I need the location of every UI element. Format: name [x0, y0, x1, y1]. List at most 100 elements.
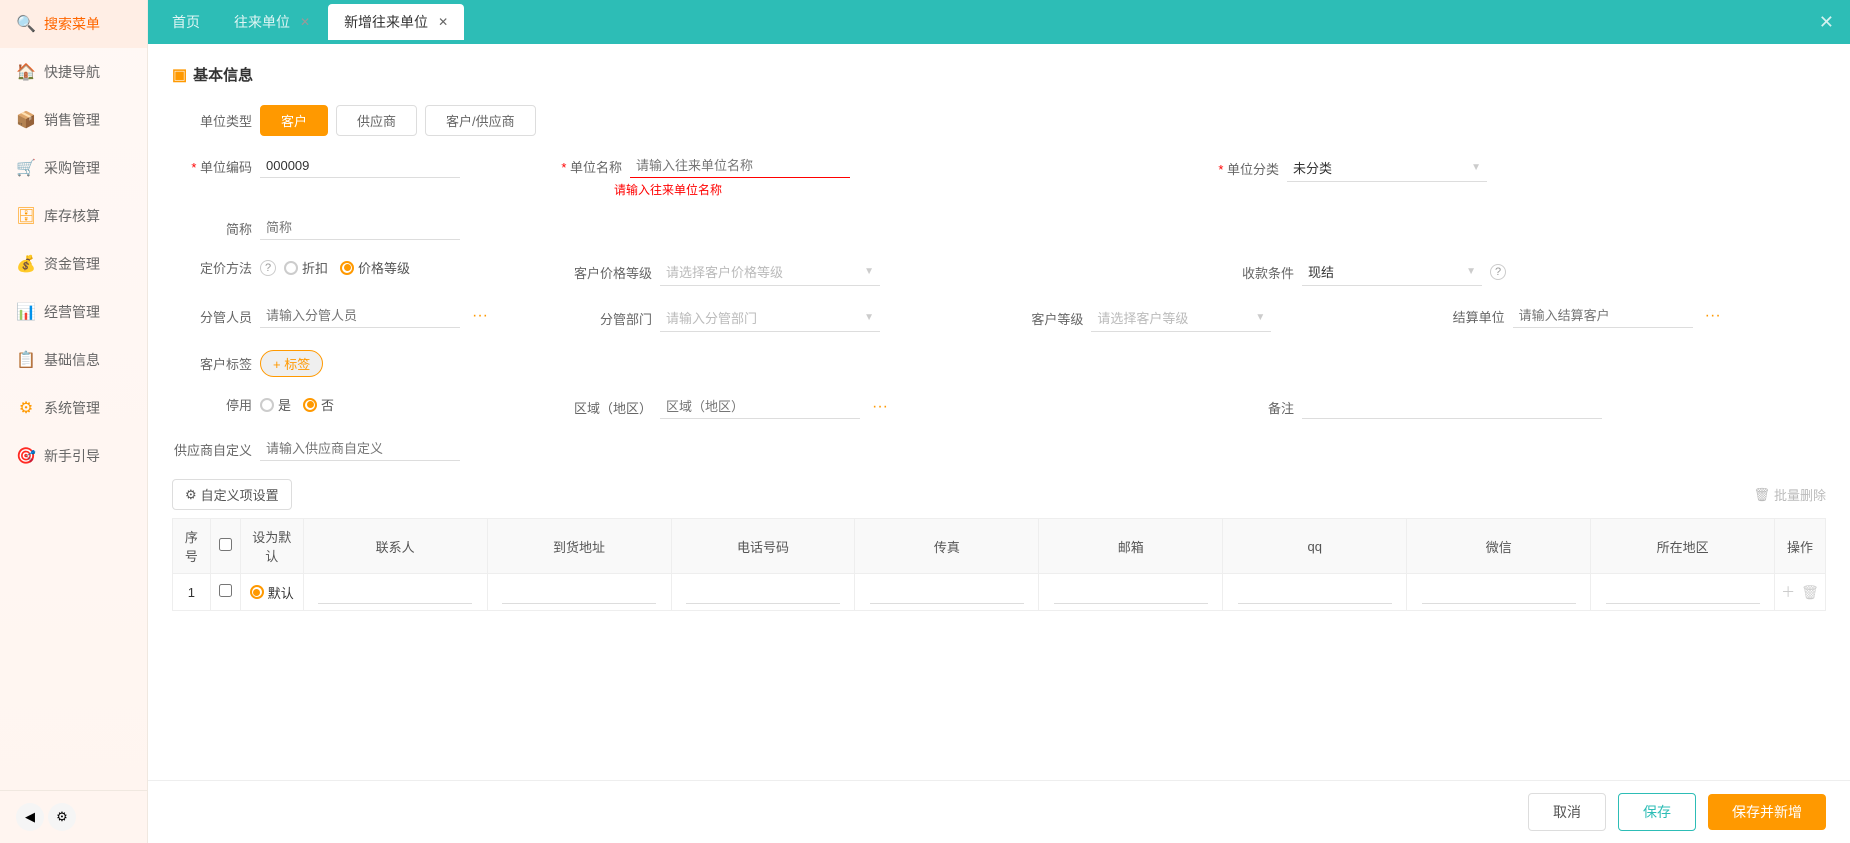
tab-partner[interactable]: 往来单位 ✕	[218, 4, 326, 40]
region-more-btn[interactable]: ···	[868, 398, 892, 416]
row-add-icon[interactable]: ＋	[1781, 582, 1795, 602]
row-default-radio[interactable]	[250, 585, 264, 599]
unit-type-field: 单位类型 客户 供应商 客户/供应商	[172, 105, 1826, 136]
pricing-help-icon[interactable]: ?	[260, 260, 276, 276]
settlement-unit-field: 结算单位 ···	[1425, 304, 1826, 328]
section-title-text: 基本信息	[193, 64, 253, 85]
unit-category-field: 单位分类 未分类 ▼	[1199, 154, 1826, 182]
region-label: 区域（地区）	[572, 398, 652, 417]
row-region-input[interactable]	[1606, 580, 1760, 604]
search-icon: 🔍	[16, 14, 36, 34]
payment-terms-field: 收款条件 现结 ▼ ?	[1214, 258, 1826, 286]
row-qq-input[interactable]	[1238, 580, 1392, 604]
pricing-discount-radio[interactable]: 折扣	[284, 258, 328, 277]
sidebar-item-label: 基础信息	[44, 350, 100, 370]
customer-price-level-select[interactable]: 请选择客户价格等级 ▼	[660, 258, 880, 286]
batch-delete-label: 批量删除	[1774, 485, 1826, 504]
row-default-label: 默认	[268, 583, 294, 602]
tab-partner-label: 往来单位	[234, 12, 290, 32]
department-arrow: ▼	[864, 312, 874, 323]
region-input[interactable]	[660, 395, 860, 419]
table-select-all[interactable]	[219, 538, 232, 551]
tab-new-partner[interactable]: 新增往来单位 ✕	[328, 4, 464, 40]
unit-btn-customer[interactable]: 客户	[260, 105, 328, 136]
batch-delete-btn[interactable]: 🗑 批量删除	[1753, 485, 1826, 504]
short-name-input[interactable]	[260, 216, 460, 240]
payment-terms-help-icon[interactable]: ?	[1490, 264, 1506, 280]
row-fax-cell	[855, 574, 1039, 611]
row-fax-input[interactable]	[870, 580, 1024, 604]
sidebar-item-sales[interactable]: 📦 销售管理	[0, 96, 147, 144]
tab-home-label: 首页	[172, 12, 200, 32]
sidebar-item-quicknav[interactable]: 🏠 快捷导航	[0, 48, 147, 96]
settlement-unit-input[interactable]	[1513, 304, 1693, 328]
unit-btn-both[interactable]: 客户/供应商	[425, 105, 536, 136]
tab-bar-close[interactable]: ✕	[1811, 12, 1842, 33]
custom-settings-btn[interactable]: ⚙ 自定义项设置	[172, 479, 292, 510]
manager-more-btn[interactable]: ···	[468, 307, 492, 325]
sidebar-item-search[interactable]: 🔍 搜索菜单	[0, 0, 147, 48]
sidebar-expand-btn[interactable]: ◀	[16, 803, 44, 831]
department-select[interactable]: 请输入分管部门 ▼	[660, 304, 880, 332]
customer-price-level-placeholder: 请选择客户价格等级	[666, 262, 860, 281]
finance-icon: 💰	[16, 254, 36, 274]
customer-level-arrow: ▼	[1255, 312, 1265, 323]
customer-price-level-field: 客户价格等级 请选择客户价格等级 ▼	[572, 258, 1184, 286]
sidebar-item-basic[interactable]: 📋 基础信息	[0, 336, 147, 384]
remarks-field: 备注	[1214, 395, 1826, 419]
col-fax: 传真	[855, 519, 1039, 574]
row-contact-input[interactable]	[318, 580, 472, 604]
sidebar-item-label: 资金管理	[44, 254, 100, 274]
sidebar-item-purchase[interactable]: 🛒 采购管理	[0, 144, 147, 192]
customer-level-select[interactable]: 请选择客户等级 ▼	[1091, 304, 1271, 332]
cancel-button[interactable]: 取消	[1528, 793, 1606, 831]
supplier-custom-input[interactable]	[260, 437, 460, 461]
disabled-yes-circle	[260, 398, 274, 412]
pricing-level-radio[interactable]: 价格等级	[340, 258, 410, 277]
row-delete-icon[interactable]: 🗑	[1801, 584, 1819, 601]
sidebar-settings-btn[interactable]: ⚙	[48, 803, 76, 831]
unit-category-select[interactable]: 未分类 ▼	[1287, 154, 1487, 182]
col-contact: 联系人	[303, 519, 487, 574]
save-button[interactable]: 保存	[1618, 793, 1696, 831]
row-delivery-addr-input[interactable]	[502, 580, 656, 604]
customer-level-placeholder: 请选择客户等级	[1097, 308, 1251, 327]
price-level-arrow: ▼	[864, 266, 874, 277]
settlement-unit-label: 结算单位	[1425, 307, 1505, 326]
unit-name-input[interactable]	[630, 154, 850, 178]
tab-new-partner-close[interactable]: ✕	[438, 15, 448, 29]
remarks-input[interactable]	[1302, 395, 1602, 419]
disabled-label: 停用	[172, 395, 252, 414]
sidebar-item-guide[interactable]: 🎯 新手引导	[0, 432, 147, 480]
section-basic-info: ▣ 基本信息	[172, 64, 1826, 85]
sidebar-item-inventory[interactable]: 🗄 库存核算	[0, 192, 147, 240]
manager-input[interactable]	[260, 304, 460, 328]
row-wechat-input[interactable]	[1422, 580, 1576, 604]
sidebar-item-finance[interactable]: 💰 资金管理	[0, 240, 147, 288]
tab-home[interactable]: 首页	[156, 4, 216, 40]
unit-btn-supplier[interactable]: 供应商	[336, 105, 417, 136]
save-new-button[interactable]: 保存并新增	[1708, 794, 1826, 830]
col-delivery-addr: 到货地址	[487, 519, 671, 574]
row-checkbox[interactable]	[219, 584, 232, 597]
contacts-table: 序号 设为默认 联系人 到货地址 电话号码 传真 邮箱 qq 微信 所在地区 操…	[172, 518, 1826, 611]
table-toolbar: ⚙ 自定义项设置 🗑 批量删除	[172, 479, 1826, 510]
unit-code-input[interactable]	[260, 154, 460, 178]
sidebar-item-operation[interactable]: 📊 经营管理	[0, 288, 147, 336]
sidebar-item-label: 快捷导航	[44, 62, 100, 82]
row-action-icons: ＋ 🗑	[1781, 582, 1819, 602]
col-phone: 电话号码	[671, 519, 855, 574]
payment-terms-select[interactable]: 现结 ▼	[1302, 258, 1482, 286]
tab-partner-close[interactable]: ✕	[300, 15, 310, 29]
form-footer: 取消 保存 保存并新增	[148, 780, 1850, 843]
row-phone-input[interactable]	[686, 580, 840, 604]
disabled-no-radio[interactable]: 否	[303, 395, 334, 414]
col-region: 所在地区	[1591, 519, 1775, 574]
pricing-method-field: 定价方法 ? 折扣 价格等级	[172, 258, 542, 277]
disabled-yes-radio[interactable]: 是	[260, 395, 291, 414]
add-tag-btn[interactable]: + 标签	[260, 350, 323, 377]
settlement-more-btn[interactable]: ···	[1701, 307, 1725, 325]
row-email-input[interactable]	[1054, 580, 1208, 604]
payment-terms-value: 现结	[1308, 262, 1462, 281]
sidebar-item-system[interactable]: ⚙ 系统管理	[0, 384, 147, 432]
